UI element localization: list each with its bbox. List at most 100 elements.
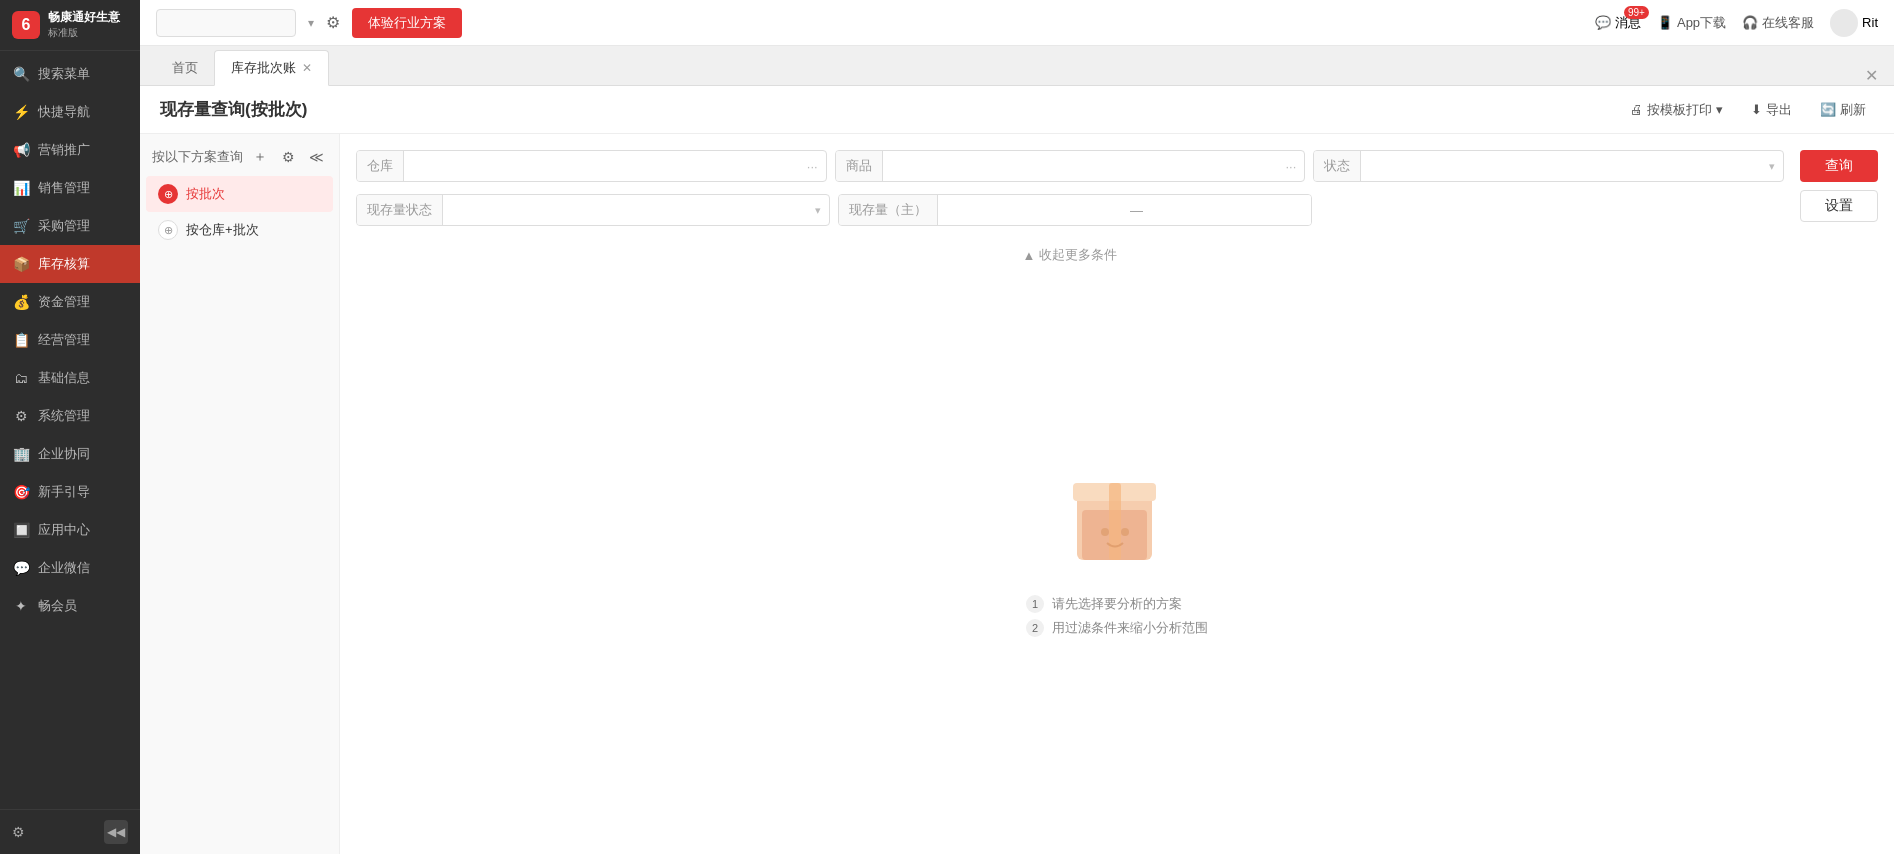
sidebar-item-guide[interactable]: 🎯 新手引导 — [0, 473, 140, 511]
sidebar-item-enterprise[interactable]: 🏢 企业协同 — [0, 435, 140, 473]
tip-num-1: 1 — [1026, 595, 1044, 613]
page-actions: 🖨 按模板打印 ▾ ⬇ 导出 🔄 刷新 — [1622, 97, 1874, 123]
sidebar-item-quick-nav[interactable]: ⚡ 快捷导航 — [0, 93, 140, 131]
collapse-left-btn[interactable]: ≪ — [305, 146, 327, 168]
tip-item-1: 1 请先选择要分析的方案 — [1026, 595, 1208, 613]
sidebar-item-label: 新手引导 — [38, 483, 90, 501]
empty-illustration — [1057, 465, 1177, 575]
grid-icon: 🔲 — [12, 521, 30, 539]
export-icon: ⬇ — [1751, 102, 1762, 117]
left-panel: 按以下方案查询 ＋ ⚙ ≪ ⊕ 按批次 ⊕ 按仓库+批次 — [140, 134, 340, 854]
sidebar-item-label: 搜索菜单 — [38, 65, 90, 83]
sidebar-item-inventory[interactable]: 📦 库存核算 — [0, 245, 140, 283]
messages-btn[interactable]: 💬 消息 99+ — [1595, 14, 1641, 32]
topbar-settings-icon[interactable]: ⚙ — [326, 13, 340, 32]
sidebar-item-operations[interactable]: 📋 经营管理 — [0, 321, 140, 359]
refresh-btn[interactable]: 🔄 刷新 — [1812, 97, 1874, 123]
tip-text-2: 用过滤条件来缩小分析范围 — [1052, 619, 1208, 637]
plan-icon-batch: ⊕ — [158, 184, 178, 204]
headset-icon: 🎧 — [1742, 15, 1758, 30]
search-chevron-icon[interactable]: ▾ — [308, 16, 314, 30]
trial-btn[interactable]: 体验行业方案 — [352, 8, 462, 38]
inventory-qty-to-input[interactable] — [1151, 195, 1312, 225]
plan-item-by-warehouse-batch[interactable]: ⊕ 按仓库+批次 — [146, 212, 333, 248]
search-icon: 🔍 — [12, 65, 30, 83]
sidebar-item-basics[interactable]: 🗂 基础信息 — [0, 359, 140, 397]
money-icon: 💰 — [12, 293, 30, 311]
sidebar-footer: ⚙ ◀◀ — [0, 809, 140, 854]
sidebar-item-app-center[interactable]: 🔲 应用中心 — [0, 511, 140, 549]
sidebar-collapse-btn[interactable]: ◀◀ — [104, 820, 128, 844]
gear-icon: ⚙ — [12, 407, 30, 425]
sidebar-item-purchase[interactable]: 🛒 采购管理 — [0, 207, 140, 245]
chevron-up-icon: ▲ — [1023, 248, 1036, 263]
clipboard-icon: 📋 — [12, 331, 30, 349]
settings-icon[interactable]: ⚙ — [12, 824, 25, 840]
user-menu[interactable]: Rit — [1830, 9, 1878, 37]
megaphone-icon: 📢 — [12, 141, 30, 159]
qty-dash: — — [1122, 203, 1151, 218]
sidebar-item-label: 系统管理 — [38, 407, 90, 425]
print-template-label: 按模板打印 — [1647, 101, 1712, 119]
sidebar-header: 6 畅康通好生意 标准版 — [0, 0, 140, 51]
svg-point-5 — [1121, 528, 1129, 536]
inventory-qty-label: 现存量（主） — [839, 195, 938, 225]
status-caret-icon[interactable]: ▾ — [1761, 160, 1783, 173]
tabbar: 首页 库存批次账 ✕ ✕ — [140, 46, 1894, 86]
sidebar-item-corp-wechat[interactable]: 💬 企业微信 — [0, 549, 140, 587]
sidebar-item-marketing[interactable]: 📢 营销推广 — [0, 131, 140, 169]
warehouse-input[interactable] — [404, 151, 799, 181]
inventory-status-caret-icon[interactable]: ▾ — [807, 204, 829, 217]
online-service-btn[interactable]: 🎧 在线客服 — [1742, 14, 1814, 32]
plan-item-by-batch[interactable]: ⊕ 按批次 — [146, 176, 333, 212]
filter-wrapper: 仓库 ··· 商品 ··· — [356, 150, 1878, 264]
plan-label-warehouse-batch: 按仓库+批次 — [186, 221, 259, 239]
sidebar-item-search[interactable]: 🔍 搜索菜单 — [0, 55, 140, 93]
sidebar-item-label: 经营管理 — [38, 331, 90, 349]
sidebar-item-member[interactable]: ✦ 畅会员 — [0, 587, 140, 625]
filter-row-1: 仓库 ··· 商品 ··· — [356, 150, 1784, 182]
sidebar-item-finance[interactable]: 💰 资金管理 — [0, 283, 140, 321]
goods-more-icon[interactable]: ··· — [1278, 159, 1305, 174]
export-label: 导出 — [1766, 101, 1792, 119]
tab-close-icon[interactable]: ✕ — [302, 61, 312, 75]
tip-num-2: 2 — [1026, 619, 1044, 637]
app-download-btn[interactable]: 📱 App下载 — [1657, 14, 1726, 32]
sidebar-item-sales[interactable]: 📊 销售管理 — [0, 169, 140, 207]
lightning-icon: ⚡ — [12, 103, 30, 121]
svg-point-4 — [1101, 528, 1109, 536]
sidebar-item-label: 应用中心 — [38, 521, 90, 539]
user-name: Rit — [1862, 15, 1878, 30]
export-btn[interactable]: ⬇ 导出 — [1743, 97, 1800, 123]
plan-icon-warehouse-batch: ⊕ — [158, 220, 178, 240]
folder-icon: 🗂 — [12, 369, 30, 387]
right-panel: 仓库 ··· 商品 ··· — [340, 134, 1894, 854]
collapse-btn[interactable]: ▲ 收起更多条件 — [356, 238, 1784, 264]
empty-state: 1 请先选择要分析的方案 2 用过滤条件来缩小分析范围 — [356, 264, 1878, 838]
topbar-search[interactable] — [156, 9, 296, 37]
tab-home[interactable]: 首页 — [156, 51, 214, 85]
sidebar-item-label: 库存核算 — [38, 255, 90, 273]
inventory-qty-from-input[interactable] — [938, 195, 1122, 225]
messages-badge: 99+ — [1624, 6, 1649, 19]
warehouse-more-icon[interactable]: ··· — [799, 159, 826, 174]
filter-fields: 仓库 ··· 商品 ··· — [356, 150, 1784, 264]
print-dropdown-icon[interactable]: ▾ — [1716, 102, 1723, 117]
close-panel-icon[interactable]: ✕ — [1865, 66, 1878, 85]
sidebar-item-label: 企业微信 — [38, 559, 90, 577]
sidebar: 6 畅康通好生意 标准版 🔍 搜索菜单 ⚡ 快捷导航 📢 营销推广 📊 — [0, 0, 140, 854]
plan-settings-btn[interactable]: ⚙ — [277, 146, 299, 168]
main-area: ▾ ⚙ 体验行业方案 💬 消息 99+ 📱 App下载 🎧 在线客服 — [140, 0, 1894, 854]
query-btn[interactable]: 查询 — [1800, 150, 1878, 182]
add-plan-btn[interactable]: ＋ — [249, 146, 271, 168]
tab-inventory-batch[interactable]: 库存批次账 ✕ — [214, 50, 329, 86]
sidebar-item-system[interactable]: ⚙ 系统管理 — [0, 397, 140, 435]
setup-btn[interactable]: 设置 — [1800, 190, 1878, 222]
cart-icon: 🛒 — [12, 217, 30, 235]
search-input[interactable] — [165, 16, 287, 30]
goods-input[interactable] — [883, 151, 1278, 181]
page-title: 现存量查询(按批次) — [160, 98, 1622, 121]
tip-text-1: 请先选择要分析的方案 — [1052, 595, 1182, 613]
avatar — [1830, 9, 1858, 37]
print-template-btn[interactable]: 🖨 按模板打印 ▾ — [1622, 97, 1731, 123]
